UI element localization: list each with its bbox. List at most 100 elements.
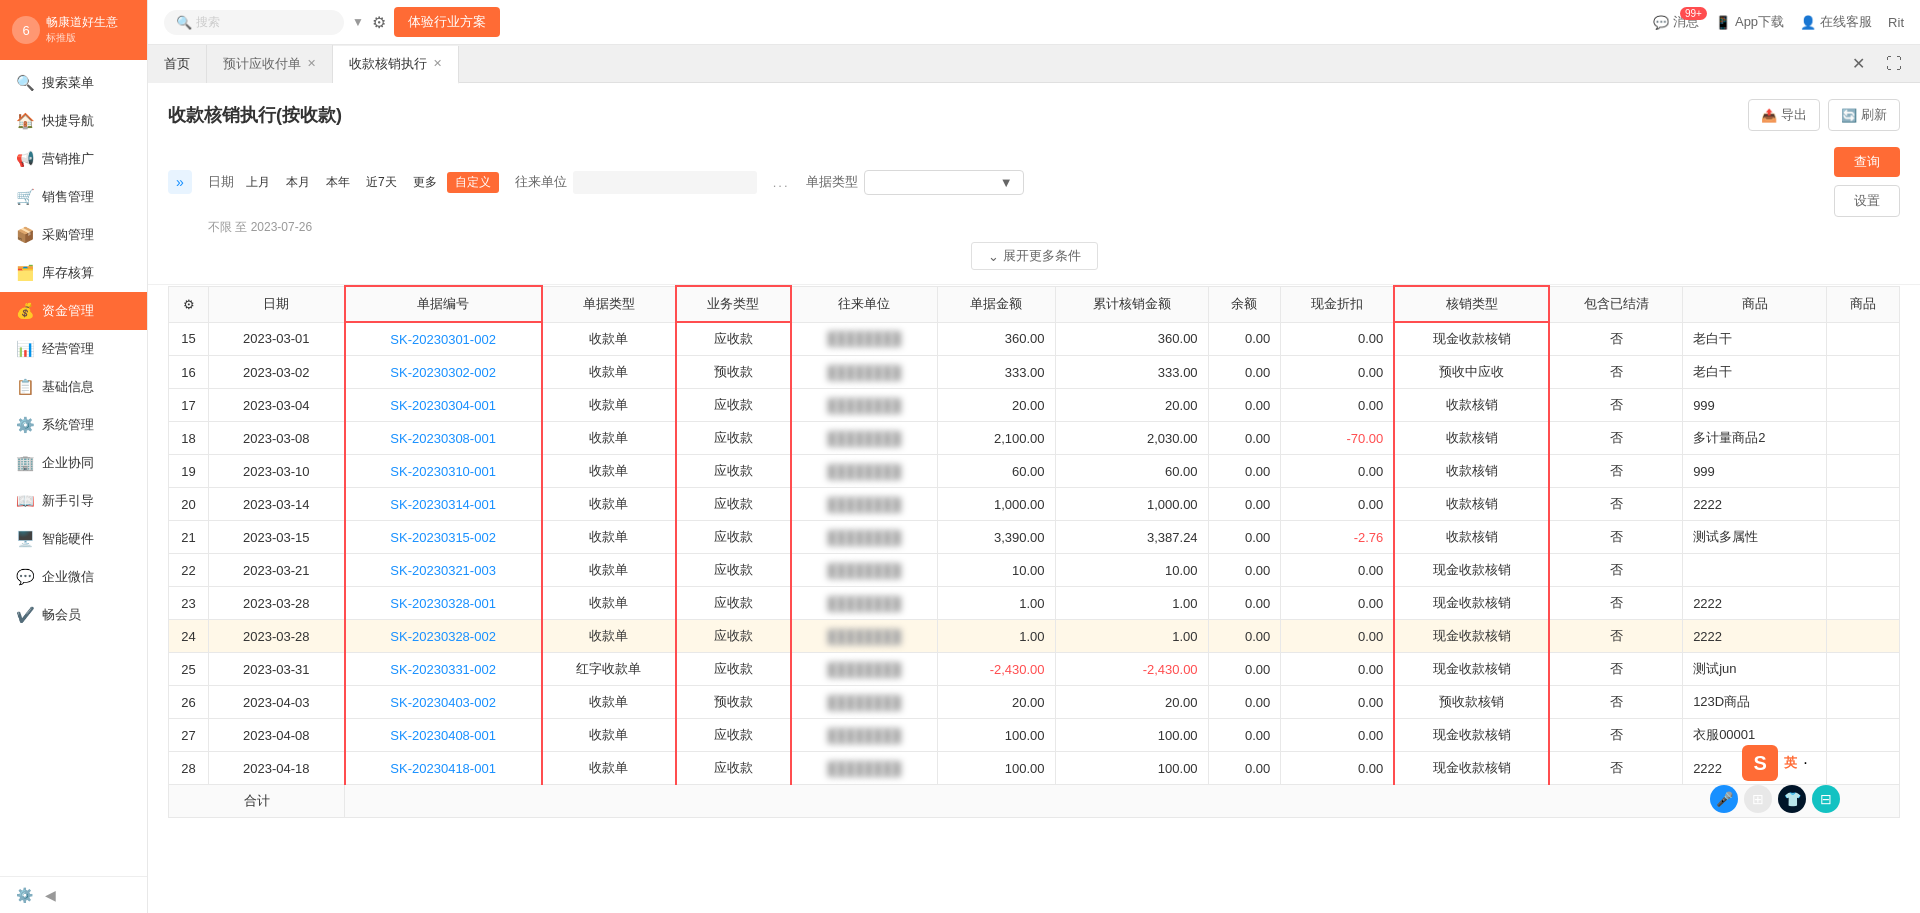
expand-window-btn[interactable]: ⛶ [1880,50,1908,78]
app-download-btn[interactable]: 📱 App下载 [1715,13,1784,31]
close-window-btn[interactable]: ✕ [1844,50,1872,78]
date-custom[interactable]: 自定义 [447,172,499,193]
topbar-gear-icon[interactable]: ⚙ [372,13,386,32]
refresh-icon: 🔄 [1841,108,1857,123]
cell-product2 [1827,356,1900,389]
sidebar-item-purchase[interactable]: 📦 采购管理 [0,216,147,254]
table-row: 24 2023-03-28 SK-20230328-002 收款单 应收款 ██… [169,620,1900,653]
cell-biz-type: 应收款 [676,422,790,455]
messages-btn[interactable]: 💬 消息 99+ [1653,13,1699,31]
sidebar-item-search[interactable]: 🔍 搜索菜单 [0,64,147,102]
cell-acc-amount: 20.00 [1055,686,1208,719]
export-btn[interactable]: 📤 导出 [1748,99,1820,131]
watermark-mic-icon[interactable]: 🎤 [1710,785,1738,813]
watermark-shirt-icon[interactable]: 👕 [1778,785,1806,813]
tab-home[interactable]: 首页 [148,45,207,83]
voucher-no-link[interactable]: SK-20230315-002 [390,530,496,545]
sidebar-item-member[interactable]: ✔️ 畅会员 [0,596,147,634]
partner-input[interactable] [573,171,757,194]
col-cash-discount: 现金折扣 [1281,286,1395,322]
date-more[interactable]: 更多 [407,172,443,193]
date-this-month[interactable]: 本月 [280,172,316,193]
voucher-no-link[interactable]: SK-20230321-003 [390,563,496,578]
tabbar: 首页 预计应收付单 ✕ 收款核销执行 ✕ ✕ ⛶ [148,45,1920,83]
date-7days[interactable]: 近7天 [360,172,403,193]
sidebar-item-finance[interactable]: 💰 资金管理 [0,292,147,330]
sidebar-item-wechat[interactable]: 💬 企业微信 [0,558,147,596]
sidebar-item-system[interactable]: ⚙️ 系统管理 [0,406,147,444]
cell-cash-discount: 0.00 [1281,752,1395,785]
voucher-no-link[interactable]: SK-20230328-002 [390,629,496,644]
cell-voucher-type: 收款单 [542,752,676,785]
table-row: 23 2023-03-28 SK-20230328-001 收款单 应收款 ██… [169,587,1900,620]
voucher-no-link[interactable]: SK-20230310-001 [390,464,496,479]
sidebar-item-basic[interactable]: 📋 基础信息 [0,368,147,406]
setting-btn[interactable]: 设置 [1834,185,1900,217]
filter-expand-btn[interactable]: » [168,170,192,194]
topbar-dropdown[interactable]: ▼ [352,15,364,29]
voucher-no-link[interactable]: SK-20230418-001 [390,761,496,776]
cell-product: 999 [1683,389,1827,422]
voucher-no-link[interactable]: SK-20230314-001 [390,497,496,512]
settings-bottom-icon[interactable]: ⚙️ [16,887,33,903]
voucher-no-link[interactable]: SK-20230328-001 [390,596,496,611]
sidebar-item-operation[interactable]: 📊 经营管理 [0,330,147,368]
cell-amount: 20.00 [938,686,1055,719]
expand-more-btn[interactable]: ⌄ 展开更多条件 [971,242,1098,270]
refresh-btn[interactable]: 🔄 刷新 [1828,99,1900,131]
cell-voucher-type: 收款单 [542,322,676,356]
voucher-no-link[interactable]: SK-20230408-001 [390,728,496,743]
voucher-no-link[interactable]: SK-20230403-002 [390,695,496,710]
corp-icon: 🏢 [16,454,34,472]
cell-balance: 0.00 [1208,719,1281,752]
date-this-year[interactable]: 本年 [320,172,356,193]
tab-collection-close[interactable]: ✕ [433,57,442,70]
cell-include-cleared: 否 [1549,521,1683,554]
collapse-icon[interactable]: ◀ [45,887,56,903]
voucher-no-link[interactable]: SK-20230302-002 [390,365,496,380]
cell-product: 测试多属性 [1683,521,1827,554]
cell-partner: ████████ [791,488,938,521]
table-header-row: ⚙ 日期 单据编号 单据类型 业务类型 往来单位 单据金额 累计核销金额 余额 … [169,286,1900,322]
tab-receivable-close[interactable]: ✕ [307,57,316,70]
filter-buttons: 查询 设置 [1834,147,1900,217]
cell-acc-amount: 60.00 [1055,455,1208,488]
industry-solution-btn[interactable]: 体验行业方案 [394,7,500,37]
sidebar-item-inventory[interactable]: 🗂️ 库存核算 [0,254,147,292]
voucher-no-link[interactable]: SK-20230331-002 [390,662,496,677]
watermark-app2-icon[interactable]: ⊟ [1812,785,1840,813]
query-btn[interactable]: 查询 [1834,147,1900,177]
table-body: 15 2023-03-01 SK-20230301-002 收款单 应收款 ██… [169,322,1900,785]
sidebar-item-quick-nav[interactable]: 🏠 快捷导航 [0,102,147,140]
marketing-icon: 📢 [16,150,34,168]
voucher-type-select[interactable]: ▼ [864,170,1024,195]
date-prev-month[interactable]: 上月 [240,172,276,193]
voucher-no-link[interactable]: SK-20230301-002 [390,332,496,347]
sidebar-logo: 6 畅康道好生意 标推版 [0,0,147,60]
topbar-right: 💬 消息 99+ 📱 App下载 👤 在线客服 Rit [1653,13,1904,31]
cell-cash-discount: 0.00 [1281,653,1395,686]
cell-acc-amount: -2,430.00 [1055,653,1208,686]
tab-collection-label: 收款核销执行 [349,55,427,73]
voucher-no-link[interactable]: SK-20230308-001 [390,431,496,446]
sidebar-item-sales[interactable]: 🛒 销售管理 [0,178,147,216]
cell-write-off-type: 现金收款核销 [1394,653,1549,686]
watermark-grid-icon[interactable]: ⊞ [1744,785,1772,813]
cell-biz-type: 应收款 [676,322,790,356]
sidebar-item-hardware[interactable]: 🖥️ 智能硬件 [0,520,147,558]
online-service-btn[interactable]: 👤 在线客服 [1800,13,1872,31]
topbar-search-box[interactable]: 🔍 搜索 [164,10,344,35]
cell-product2 [1827,389,1900,422]
tab-receivable[interactable]: 预计应收付单 ✕ [207,45,333,83]
voucher-no-link[interactable]: SK-20230304-001 [390,398,496,413]
sidebar-item-corp[interactable]: 🏢 企业协同 [0,444,147,482]
tab-collection[interactable]: 收款核销执行 ✕ [333,46,459,84]
sidebar-item-guide[interactable]: 📖 新手引导 [0,482,147,520]
sidebar-item-marketing[interactable]: 📢 营销推广 [0,140,147,178]
cell-include-cleared: 否 [1549,620,1683,653]
user-name[interactable]: Rit [1888,15,1904,30]
dropdown-label: ▼ [352,15,364,29]
table-row: 22 2023-03-21 SK-20230321-003 收款单 应收款 ██… [169,554,1900,587]
cell-write-off-type: 现金收款核销 [1394,587,1549,620]
cell-voucher-no: SK-20230328-002 [345,620,542,653]
